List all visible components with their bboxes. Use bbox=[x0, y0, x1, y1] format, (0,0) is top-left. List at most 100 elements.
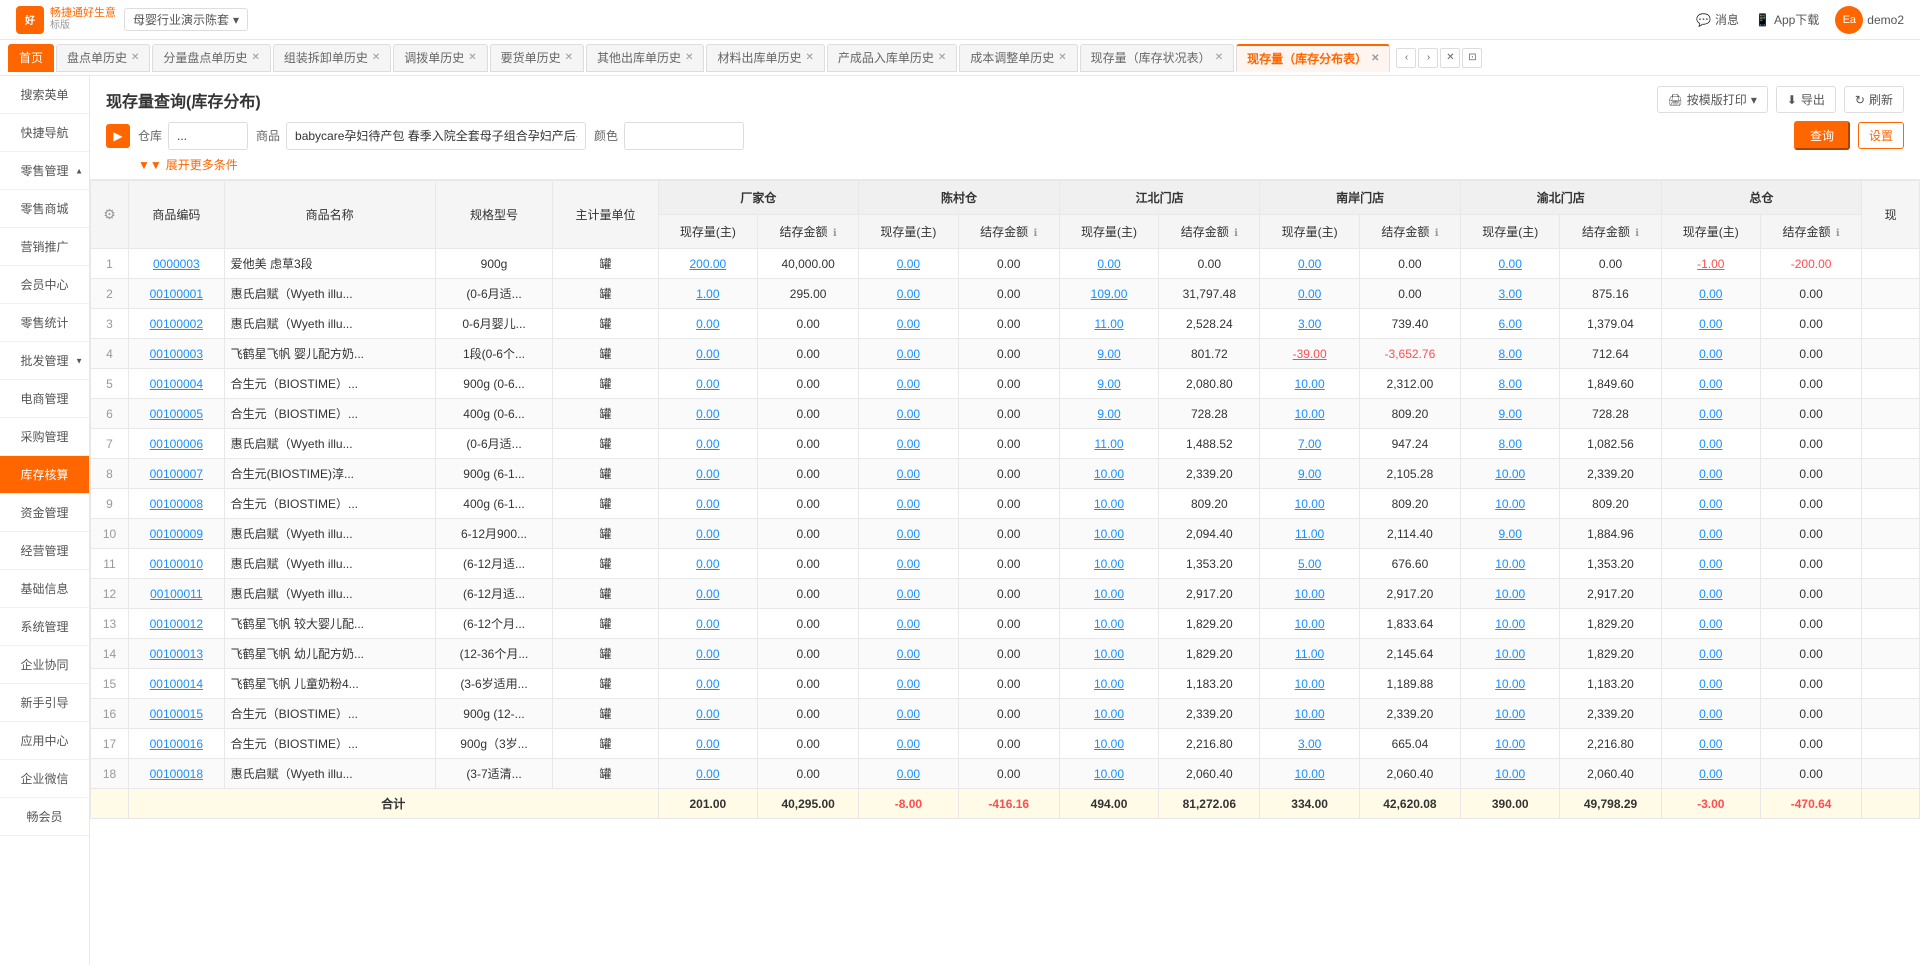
cell-factory-qty[interactable]: 0.00 bbox=[658, 579, 757, 609]
cell-total-qty[interactable]: 0.00 bbox=[1661, 339, 1760, 369]
cell-jiangbei-qty[interactable]: 10.00 bbox=[1059, 669, 1158, 699]
cell-total-qty[interactable]: -1.00 bbox=[1661, 249, 1760, 279]
cell-yubei-qty[interactable]: 10.00 bbox=[1460, 579, 1559, 609]
sidebar-item-wholesale[interactable]: 批发管理 bbox=[0, 342, 89, 380]
cell-total-qty[interactable]: 0.00 bbox=[1661, 369, 1760, 399]
sidebar-item-member2[interactable]: 畅会员 bbox=[0, 798, 89, 836]
tab-close-split[interactable]: ✕ bbox=[251, 52, 259, 63]
cell-chen-qty[interactable]: 0.00 bbox=[859, 309, 958, 339]
tab-requisition[interactable]: 要货单历史 ✕ bbox=[490, 44, 584, 72]
cell-chen-qty[interactable]: 0.00 bbox=[859, 729, 958, 759]
sidebar-item-retail-mgmt[interactable]: 零售管理 bbox=[0, 152, 89, 190]
cell-chen-qty[interactable]: 0.00 bbox=[859, 639, 958, 669]
tab-other-out[interactable]: 其他出库单历史 ✕ bbox=[586, 44, 704, 72]
cell-jiangbei-qty[interactable]: 10.00 bbox=[1059, 729, 1158, 759]
cell-code[interactable]: 00100016 bbox=[128, 729, 224, 759]
cell-nanan-qty[interactable]: 9.00 bbox=[1260, 459, 1359, 489]
app-download-btn[interactable]: 📱 App下载 bbox=[1755, 11, 1819, 28]
cell-chen-qty[interactable]: 0.00 bbox=[859, 579, 958, 609]
cell-total-qty[interactable]: 0.00 bbox=[1661, 429, 1760, 459]
cell-jiangbei-qty[interactable]: 9.00 bbox=[1059, 369, 1158, 399]
cell-factory-qty[interactable]: 0.00 bbox=[658, 669, 757, 699]
sidebar-item-basic-info[interactable]: 基础信息 bbox=[0, 570, 89, 608]
cell-yubei-qty[interactable]: 8.00 bbox=[1460, 339, 1559, 369]
cell-factory-qty[interactable]: 0.00 bbox=[658, 549, 757, 579]
tab-cost-adjust[interactable]: 成本调整单历史 ✕ bbox=[959, 44, 1077, 72]
cell-nanan-qty[interactable]: -39.00 bbox=[1260, 339, 1359, 369]
cell-code[interactable]: 00100018 bbox=[128, 759, 224, 789]
tab-home[interactable]: 首页 bbox=[8, 44, 54, 72]
tab-close-inventory-count[interactable]: ✕ bbox=[131, 52, 139, 63]
cell-jiangbei-qty[interactable]: 10.00 bbox=[1059, 699, 1158, 729]
cell-chen-qty[interactable]: 0.00 bbox=[859, 669, 958, 699]
cell-nanan-qty[interactable]: 7.00 bbox=[1260, 429, 1359, 459]
color-input[interactable] bbox=[624, 122, 744, 150]
tab-close-other-out[interactable]: ✕ bbox=[685, 52, 693, 63]
cell-nanan-qty[interactable]: 10.00 bbox=[1260, 489, 1359, 519]
cell-nanan-qty[interactable]: 10.00 bbox=[1260, 399, 1359, 429]
sidebar-item-new-guide[interactable]: 新手引导 bbox=[0, 684, 89, 722]
cell-chen-qty[interactable]: 0.00 bbox=[859, 489, 958, 519]
cell-code[interactable]: 00100009 bbox=[128, 519, 224, 549]
cell-yubei-qty[interactable]: 9.00 bbox=[1460, 399, 1559, 429]
cell-yubei-qty[interactable]: 10.00 bbox=[1460, 759, 1559, 789]
cell-factory-qty[interactable]: 0.00 bbox=[658, 369, 757, 399]
export-btn[interactable]: ⬇ 导出 bbox=[1776, 86, 1836, 113]
cell-jiangbei-qty[interactable]: 11.00 bbox=[1059, 429, 1158, 459]
tab-close-inventory-status[interactable]: ✕ bbox=[1215, 52, 1223, 63]
cell-total-qty[interactable]: 0.00 bbox=[1661, 519, 1760, 549]
setting-btn[interactable]: 设置 bbox=[1858, 122, 1904, 149]
cell-code[interactable]: 00100010 bbox=[128, 549, 224, 579]
cell-yubei-qty[interactable]: 0.00 bbox=[1460, 249, 1559, 279]
factory-info-icon[interactable]: ℹ bbox=[833, 228, 837, 239]
cell-factory-qty[interactable]: 0.00 bbox=[658, 699, 757, 729]
refresh-btn[interactable]: ↻ 刷新 bbox=[1844, 86, 1904, 113]
tab-close-inventory-dist[interactable]: ✕ bbox=[1371, 53, 1379, 64]
sidebar-item-marketing[interactable]: 营销推广 bbox=[0, 228, 89, 266]
cell-factory-qty[interactable]: 1.00 bbox=[658, 279, 757, 309]
cell-chen-qty[interactable]: 0.00 bbox=[859, 519, 958, 549]
cell-factory-qty[interactable]: 200.00 bbox=[658, 249, 757, 279]
cell-chen-qty[interactable]: 0.00 bbox=[859, 549, 958, 579]
cell-jiangbei-qty[interactable]: 10.00 bbox=[1059, 759, 1158, 789]
cell-jiangbei-qty[interactable]: 109.00 bbox=[1059, 279, 1158, 309]
print-btn[interactable]: 🖨 按模版打印 ▾ bbox=[1657, 86, 1768, 113]
cell-total-qty[interactable]: 0.00 bbox=[1661, 399, 1760, 429]
cell-factory-qty[interactable]: 0.00 bbox=[658, 309, 757, 339]
cell-code[interactable]: 00100011 bbox=[128, 579, 224, 609]
sidebar-item-operations[interactable]: 经营管理 bbox=[0, 532, 89, 570]
cell-yubei-qty[interactable]: 3.00 bbox=[1460, 279, 1559, 309]
tab-next-btn[interactable]: › bbox=[1418, 48, 1438, 68]
cell-yubei-qty[interactable]: 9.00 bbox=[1460, 519, 1559, 549]
cell-chen-qty[interactable]: 0.00 bbox=[859, 279, 958, 309]
cell-chen-qty[interactable]: 0.00 bbox=[859, 339, 958, 369]
sidebar-item-retail-shop[interactable]: 零售商城 bbox=[0, 190, 89, 228]
cell-yubei-qty[interactable]: 8.00 bbox=[1460, 369, 1559, 399]
cell-factory-qty[interactable]: 0.00 bbox=[658, 519, 757, 549]
cell-jiangbei-qty[interactable]: 10.00 bbox=[1059, 579, 1158, 609]
cell-chen-qty[interactable]: 0.00 bbox=[859, 249, 958, 279]
cell-jiangbei-qty[interactable]: 11.00 bbox=[1059, 309, 1158, 339]
cell-chen-qty[interactable]: 0.00 bbox=[859, 399, 958, 429]
tab-close-material-out[interactable]: ✕ bbox=[805, 52, 813, 63]
cell-code[interactable]: 00100015 bbox=[128, 699, 224, 729]
sidebar-item-finance[interactable]: 资金管理 bbox=[0, 494, 89, 532]
filter-toggle-btn[interactable]: ▶ bbox=[106, 124, 130, 148]
cell-jiangbei-qty[interactable]: 10.00 bbox=[1059, 549, 1158, 579]
cell-code[interactable]: 00100002 bbox=[128, 309, 224, 339]
tab-close-cost-adjust[interactable]: ✕ bbox=[1058, 52, 1066, 63]
tab-split-count[interactable]: 分量盘点单历史 ✕ bbox=[152, 44, 270, 72]
cell-jiangbei-qty[interactable]: 9.00 bbox=[1059, 339, 1158, 369]
cell-chen-qty[interactable]: 0.00 bbox=[859, 699, 958, 729]
sidebar-item-member[interactable]: 会员中心 bbox=[0, 266, 89, 304]
tab-prev-btn[interactable]: ‹ bbox=[1396, 48, 1416, 68]
cell-total-qty[interactable]: 0.00 bbox=[1661, 579, 1760, 609]
cell-total-qty[interactable]: 0.00 bbox=[1661, 609, 1760, 639]
sidebar-item-quick-nav[interactable]: 快捷导航 bbox=[0, 114, 89, 152]
cell-factory-qty[interactable]: 0.00 bbox=[658, 609, 757, 639]
cell-nanan-qty[interactable]: 10.00 bbox=[1260, 369, 1359, 399]
cell-yubei-qty[interactable]: 10.00 bbox=[1460, 489, 1559, 519]
cell-jiangbei-qty[interactable]: 9.00 bbox=[1059, 399, 1158, 429]
cell-jiangbei-qty[interactable]: 0.00 bbox=[1059, 249, 1158, 279]
cell-total-qty[interactable]: 0.00 bbox=[1661, 669, 1760, 699]
